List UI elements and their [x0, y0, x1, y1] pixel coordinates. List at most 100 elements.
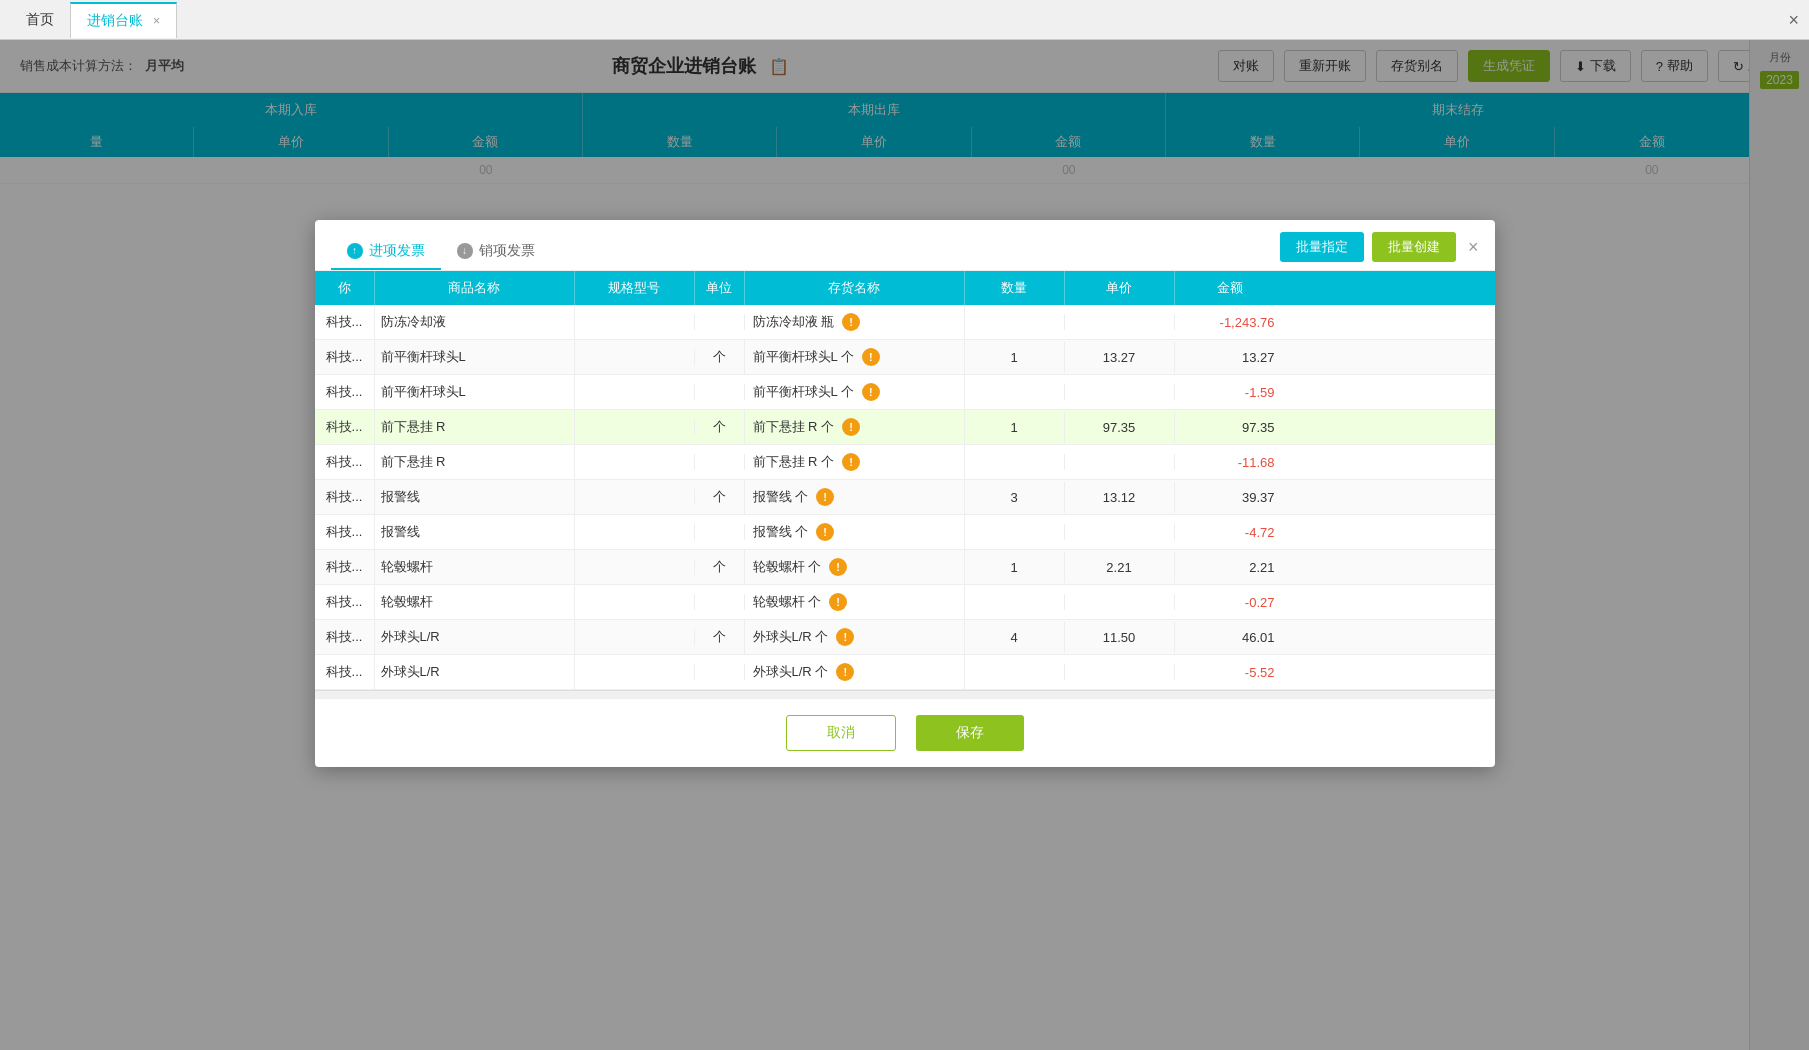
cancel-button[interactable]: 取消 — [786, 715, 896, 751]
tab-close-ledger[interactable]: × — [153, 14, 160, 28]
cell-spec — [575, 594, 695, 610]
tab-home[interactable]: 首页 — [10, 3, 70, 37]
modal-tab-in[interactable]: ↑ 进项发票 — [331, 234, 441, 270]
col-header-qty: 数量 — [965, 271, 1065, 305]
warning-icon: ! — [842, 453, 860, 471]
cell-amount: -5.52 — [1175, 657, 1285, 688]
table-row[interactable]: 科技... 前下悬挂 R 个 前下悬挂 R 个 ! 1 97.35 97.35 — [315, 410, 1495, 445]
cell-spec — [575, 489, 695, 505]
cell-price — [1065, 664, 1175, 680]
cell-spec — [575, 384, 695, 400]
cell-amount: -0.27 — [1175, 587, 1285, 618]
cell-product: 前平衡杆球头L — [375, 340, 575, 374]
cell-unit — [695, 454, 745, 470]
cell-qty: 1 — [965, 412, 1065, 443]
cell-product: 报警线 — [375, 515, 575, 549]
cell-company: 科技... — [315, 305, 375, 339]
modal-header: ↑ 进项发票 ↓ 销项发票 批量指定 批量创建 × — [315, 220, 1495, 271]
col-header-product: 商品名称 — [375, 271, 575, 305]
table-row[interactable]: 科技... 前平衡杆球头L 前平衡杆球头L 个 ! -1.59 — [315, 375, 1495, 410]
cell-company: 科技... — [315, 480, 375, 514]
cell-spec — [575, 454, 695, 470]
cell-price — [1065, 454, 1175, 470]
cell-unit — [695, 664, 745, 680]
save-button[interactable]: 保存 — [916, 715, 1024, 751]
cell-amount: -1,243.76 — [1175, 307, 1285, 338]
cell-spec — [575, 524, 695, 540]
cell-unit: 个 — [695, 620, 745, 654]
modal-table-header: 你 商品名称 规格型号 单位 存货名称 数量 单价 金额 — [315, 271, 1495, 305]
table-row[interactable]: 科技... 报警线 报警线 个 ! -4.72 — [315, 515, 1495, 550]
cell-stock: 报警线 个 ! — [745, 480, 965, 514]
cell-price — [1065, 594, 1175, 610]
cell-unit: 个 — [695, 340, 745, 374]
window-close-button[interactable]: × — [1788, 9, 1799, 30]
modal-close-button[interactable]: × — [1468, 237, 1479, 266]
table-row[interactable]: 科技... 前下悬挂 R 前下悬挂 R 个 ! -11.68 — [315, 445, 1495, 480]
cell-amount: -11.68 — [1175, 447, 1285, 478]
cell-qty — [965, 384, 1065, 400]
batch-assign-button[interactable]: 批量指定 — [1280, 232, 1364, 262]
cell-price: 13.27 — [1065, 342, 1175, 373]
cell-company: 科技... — [315, 340, 375, 374]
cell-unit — [695, 314, 745, 330]
warning-icon: ! — [862, 383, 880, 401]
cell-company: 科技... — [315, 445, 375, 479]
modal-tab-out[interactable]: ↓ 销项发票 — [441, 234, 551, 270]
cell-stock: 外球头L/R 个 ! — [745, 655, 965, 689]
warning-icon: ! — [829, 593, 847, 611]
cell-spec — [575, 419, 695, 435]
cell-stock: 前下悬挂 R 个 ! — [745, 445, 965, 479]
cell-amount: 2.21 — [1175, 552, 1285, 583]
cell-price — [1065, 384, 1175, 400]
table-row[interactable]: 科技... 轮毂螺杆 轮毂螺杆 个 ! -0.27 — [315, 585, 1495, 620]
cell-qty: 1 — [965, 342, 1065, 373]
cell-price: 97.35 — [1065, 412, 1175, 443]
table-row[interactable]: 科技... 前平衡杆球头L 个 前平衡杆球头L 个 ! 1 13.27 13.2… — [315, 340, 1495, 375]
modal-horizontal-scrollbar[interactable] — [315, 690, 1495, 698]
cell-amount: -1.59 — [1175, 377, 1285, 408]
table-row[interactable]: 科技... 外球头L/R 个 外球头L/R 个 ! 4 11.50 46.01 — [315, 620, 1495, 655]
table-row[interactable]: 科技... 防冻冷却液 防冻冷却液 瓶 ! -1,243.76 — [315, 305, 1495, 340]
cell-unit: 个 — [695, 480, 745, 514]
cell-price: 11.50 — [1065, 622, 1175, 653]
cell-unit — [695, 524, 745, 540]
tab-ledger[interactable]: 进销台账 × — [70, 2, 177, 38]
col-header-spec: 规格型号 — [575, 271, 695, 305]
cell-company: 科技... — [315, 375, 375, 409]
cell-stock: 报警线 个 ! — [745, 515, 965, 549]
table-row[interactable]: 科技... 轮毂螺杆 个 轮毂螺杆 个 ! 1 2.21 2.21 — [315, 550, 1495, 585]
cell-spec — [575, 559, 695, 575]
cell-qty: 4 — [965, 622, 1065, 653]
cell-spec — [575, 349, 695, 365]
cell-qty: 1 — [965, 552, 1065, 583]
modal-footer: 取消 保存 — [315, 698, 1495, 767]
cell-company: 科技... — [315, 655, 375, 689]
cell-product: 轮毂螺杆 — [375, 585, 575, 619]
out-invoice-icon: ↓ — [457, 243, 473, 259]
cell-amount: 39.37 — [1175, 482, 1285, 513]
cell-qty — [965, 664, 1065, 680]
warning-icon: ! — [829, 558, 847, 576]
batch-create-button[interactable]: 批量创建 — [1372, 232, 1456, 262]
cell-company: 科技... — [315, 515, 375, 549]
col-header-unit: 单位 — [695, 271, 745, 305]
col-header-stock: 存货名称 — [745, 271, 965, 305]
modal-table-body: 科技... 防冻冷却液 防冻冷却液 瓶 ! -1,243.76 科技... 前平… — [315, 305, 1495, 690]
cell-amount: 13.27 — [1175, 342, 1285, 373]
table-row[interactable]: 科技... 报警线 个 报警线 个 ! 3 13.12 39.37 — [315, 480, 1495, 515]
cell-qty: 3 — [965, 482, 1065, 513]
cell-unit — [695, 594, 745, 610]
cell-spec — [575, 314, 695, 330]
warning-icon: ! — [842, 418, 860, 436]
cell-price — [1065, 314, 1175, 330]
cell-price — [1065, 524, 1175, 540]
cell-stock: 轮毂螺杆 个 ! — [745, 585, 965, 619]
warning-icon: ! — [816, 523, 834, 541]
table-row[interactable]: 科技... 外球头L/R 外球头L/R 个 ! -5.52 — [315, 655, 1495, 690]
cell-stock: 前下悬挂 R 个 ! — [745, 410, 965, 444]
cell-unit — [695, 384, 745, 400]
cell-price: 2.21 — [1065, 552, 1175, 583]
cell-unit: 个 — [695, 550, 745, 584]
cell-company: 科技... — [315, 620, 375, 654]
